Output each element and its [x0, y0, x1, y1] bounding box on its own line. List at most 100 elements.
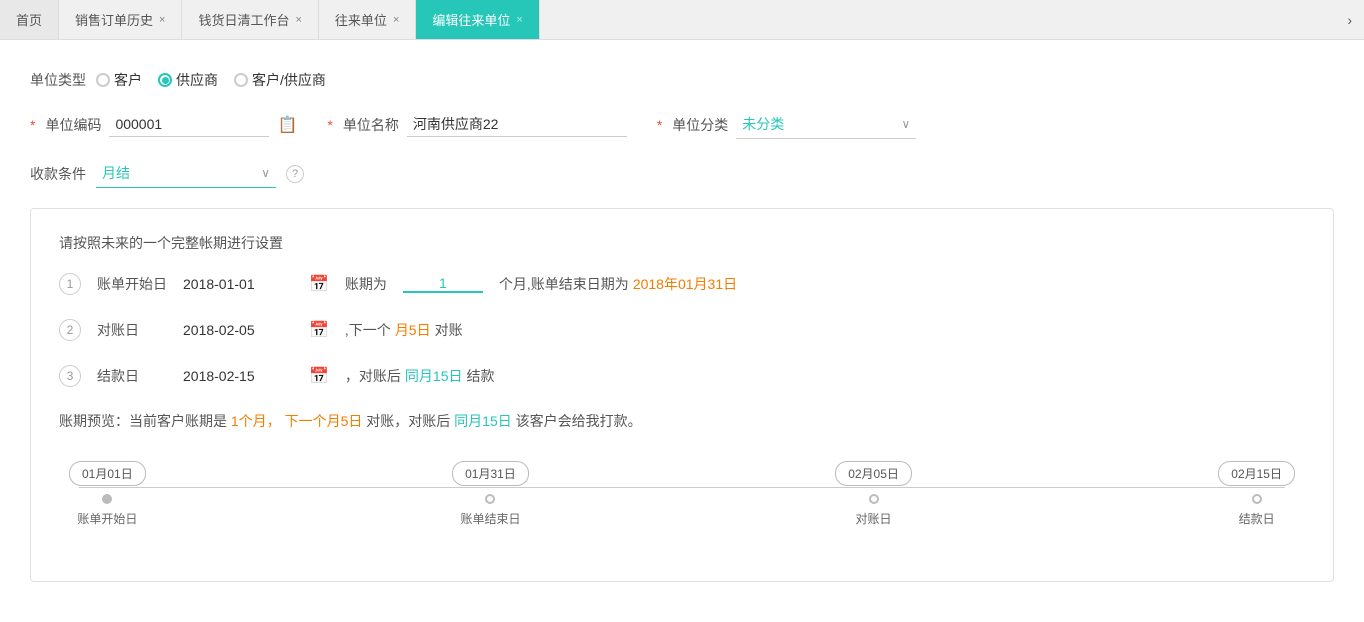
preview-part1: 1个月， [231, 413, 281, 429]
radio-customer-supplier[interactable]: 客户/供应商 [234, 70, 326, 90]
period-input[interactable] [403, 275, 483, 293]
category-star: * [657, 117, 662, 133]
timeline-points: 01月01日 账单开始日 01月31日 账单结束日 02月05日 对账日 02月… [69, 461, 1295, 527]
tab-more-button[interactable]: › [1335, 0, 1364, 39]
code-star: * [30, 117, 35, 133]
tl-badge-3: 02月15日 [1218, 461, 1295, 486]
tab-edit-partner-close-icon[interactable]: × [516, 14, 522, 26]
unit-type-row: 单位类型 客户 供应商 客户/供应商 [30, 70, 1334, 90]
tl-dot-0 [102, 494, 112, 504]
tab-bar: 首页 销售订单历史 × 钱货日清工作台 × 往来单位 × 编辑往来单位 × › [0, 0, 1364, 40]
step-3-number: 3 [59, 365, 81, 387]
tl-point-0: 01月01日 账单开始日 [69, 461, 146, 527]
tab-sales-close-icon[interactable]: × [159, 14, 165, 26]
category-dropdown-icon: ∨ [901, 117, 910, 131]
payment-row: 收款条件 月结 ∨ ? [30, 159, 1334, 188]
step-1-row: 1 账单开始日 2018-01-01 📅 账期为 个月,账单结束日期为 2018… [59, 273, 1305, 295]
tl-point-2: 02月05日 对账日 [835, 461, 912, 527]
step-3-suffix: ，对账后 同月15日 结款 [345, 366, 495, 386]
step-3-label: 结款日 [97, 366, 167, 386]
preview-part2: 下一个月5日 [285, 413, 363, 429]
unit-category-group: * 单位分类 未分类 ∨ [657, 110, 916, 139]
payment-value: 月结 [102, 163, 255, 183]
tl-point-3: 02月15日 结款日 [1218, 461, 1295, 527]
tl-badge-1: 01月31日 [452, 461, 529, 486]
step-1-label: 账单开始日 [97, 274, 167, 294]
preview-label: 账期预览：当前客户账期是 [59, 413, 227, 429]
step-3-date: 2018-02-15 [183, 368, 293, 384]
step-1-period-end: 2018年01月31日 [633, 274, 737, 294]
step-3-calendar-icon[interactable]: 📅 [309, 366, 329, 386]
tl-badge-0: 01月01日 [69, 461, 146, 486]
payment-label: 收款条件 [30, 164, 86, 184]
tl-dot-3 [1252, 494, 1262, 504]
tab-edit-partner[interactable]: 编辑往来单位 × [416, 0, 539, 39]
radio-customer[interactable]: 客户 [96, 70, 142, 90]
tl-badge-2: 02月05日 [835, 461, 912, 486]
settings-panel: 请按照未来的一个完整帐期进行设置 1 账单开始日 2018-01-01 📅 账期… [30, 208, 1334, 582]
step-2-suffix: ,下一个 月5日 对账 [345, 320, 463, 340]
tl-dot-2 [869, 494, 879, 504]
tab-cash-close-icon[interactable]: × [295, 14, 301, 26]
step-2-date: 2018-02-05 [183, 322, 293, 338]
tab-partner-close-icon[interactable]: × [393, 14, 399, 26]
tl-caption-1: 账单结束日 [460, 510, 520, 527]
unit-type-label: 单位类型 [30, 70, 86, 90]
radio-supplier-circle [158, 73, 172, 87]
unit-category-value: 未分类 [742, 114, 895, 134]
step-2-number: 2 [59, 319, 81, 341]
step-1-period-label: 账期为 [345, 274, 387, 294]
tab-partner[interactable]: 往来单位 × [319, 0, 416, 39]
step-2-row: 2 对账日 2018-02-05 📅 ,下一个 月5日 对账 [59, 319, 1305, 341]
main-content: 单位类型 客户 供应商 客户/供应商 * 单位编码 📋 * 单位名称 [0, 40, 1364, 622]
payment-select[interactable]: 月结 ∨ [96, 159, 276, 188]
tab-home-label: 首页 [16, 10, 42, 29]
preview-part4: 同月15日 [454, 413, 512, 429]
tab-home[interactable]: 首页 [0, 0, 59, 39]
tab-edit-partner-label: 编辑往来单位 [432, 10, 510, 29]
payment-help-icon[interactable]: ? [286, 165, 304, 183]
payment-dropdown-icon: ∨ [261, 166, 270, 180]
step-1-date: 2018-01-01 [183, 276, 293, 292]
unit-name-label: 单位名称 [343, 115, 399, 135]
step-2-highlight: 月5日 [395, 320, 431, 340]
tab-sales-label: 销售订单历史 [75, 10, 153, 29]
step-2-calendar-icon[interactable]: 📅 [309, 320, 329, 340]
unit-name-group: * 单位名称 [327, 112, 626, 137]
unit-category-label: 单位分类 [672, 115, 728, 135]
step-1-period-unit: 个月,账单结束日期为 2018年01月31日 [499, 274, 737, 294]
tab-sales-history[interactable]: 销售订单历史 × [59, 0, 182, 39]
radio-customer-label: 客户 [114, 70, 142, 90]
unit-code-label: 单位编码 [45, 115, 101, 135]
step-1-number: 1 [59, 273, 81, 295]
unit-info-row: * 单位编码 📋 * 单位名称 * 单位分类 未分类 ∨ [30, 110, 1334, 139]
unit-code-input[interactable] [109, 112, 269, 137]
unit-code-group: * 单位编码 📋 [30, 112, 297, 137]
unit-type-radio-group: 客户 供应商 客户/供应商 [96, 70, 326, 90]
preview-part5: 该客户会给我打款。 [516, 413, 642, 429]
step-3-row: 3 结款日 2018-02-15 📅 ，对账后 同月15日 结款 [59, 365, 1305, 387]
timeline-container: 01月01日 账单开始日 01月31日 账单结束日 02月05日 对账日 02月… [59, 451, 1305, 557]
step-3-highlight: 同月15日 [405, 366, 463, 386]
step-2-label: 对账日 [97, 320, 167, 340]
tl-caption-0: 账单开始日 [77, 510, 137, 527]
preview-section: 账期预览：当前客户账期是 1个月， 下一个月5日 对账，对账后 同月15日 该客… [59, 411, 1305, 431]
step-1-calendar-icon[interactable]: 📅 [309, 274, 329, 294]
unit-category-select[interactable]: 未分类 ∨ [736, 110, 916, 139]
name-star: * [327, 117, 332, 133]
tl-caption-2: 对账日 [856, 510, 892, 527]
tl-caption-3: 结款日 [1239, 510, 1275, 527]
radio-customer-supplier-label: 客户/供应商 [252, 70, 326, 90]
unit-name-input[interactable] [407, 112, 627, 137]
code-copy-icon[interactable]: 📋 [277, 115, 297, 135]
tab-partner-label: 往来单位 [335, 10, 387, 29]
radio-customer-circle [96, 73, 110, 87]
tab-cash-work[interactable]: 钱货日清工作台 × [182, 0, 318, 39]
radio-customer-supplier-circle [234, 73, 248, 87]
radio-supplier[interactable]: 供应商 [158, 70, 218, 90]
tl-dot-1 [485, 494, 495, 504]
tl-point-1: 01月31日 账单结束日 [452, 461, 529, 527]
tab-cash-label: 钱货日清工作台 [198, 10, 289, 29]
preview-part3: 对账，对账后 [366, 413, 450, 429]
chevron-right-icon: › [1347, 12, 1352, 28]
